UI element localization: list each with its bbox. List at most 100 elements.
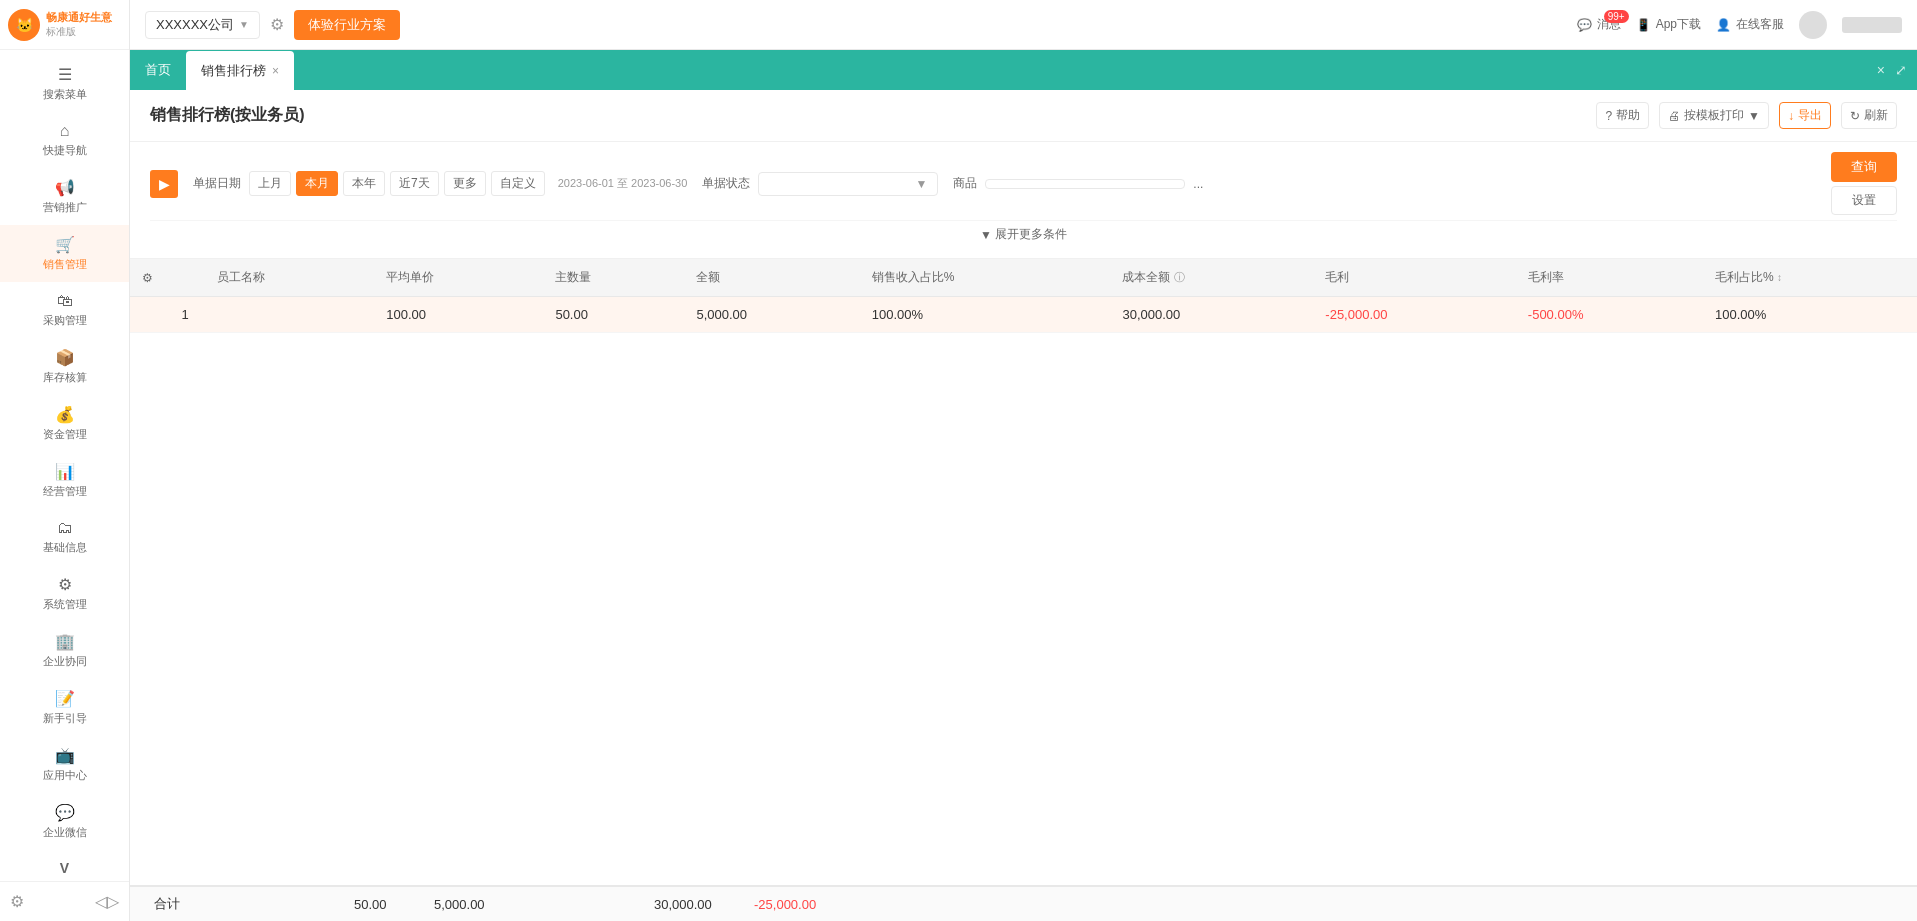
operation-icon: 📊: [55, 462, 75, 481]
row-avg-price: 100.00: [374, 297, 543, 333]
last-month-btn[interactable]: 上月: [249, 171, 291, 196]
tab-sales-ranking-label: 销售排行榜: [201, 62, 266, 80]
tab-close-icon[interactable]: ×: [272, 64, 279, 78]
tab-close-all-icon[interactable]: ×: [1877, 62, 1885, 78]
online-service-icon: 👤: [1716, 18, 1731, 32]
online-service-label: 在线客服: [1736, 16, 1784, 33]
basic-icon: 🗂: [57, 519, 73, 537]
export-button[interactable]: ↓ 导出: [1779, 102, 1831, 129]
sidebar-item-inventory[interactable]: 📦 库存核算: [0, 338, 129, 395]
more-conditions-link[interactable]: ...: [1193, 177, 1203, 191]
vip-icon: V: [60, 860, 69, 876]
tab-home[interactable]: 首页: [130, 50, 186, 90]
sidebar: 🐱 畅康通好生意 标准版 ☰ 搜索菜单 ⌂ 快捷导航 📢 营销推广 🛒 销售管理…: [0, 0, 130, 921]
status-dropdown-icon: ▼: [915, 177, 927, 191]
expand-icon: ▼: [980, 228, 992, 242]
tab-maximize-icon[interactable]: ⤢: [1895, 62, 1907, 78]
sidebar-label-enterprise: 企业协同: [43, 654, 87, 669]
sidebar-label-basic: 基础信息: [43, 540, 87, 555]
search-menu-icon: ☰: [58, 65, 72, 84]
sidebar-item-appstore[interactable]: 📺 应用中心: [0, 736, 129, 793]
sidebar-item-wechat[interactable]: 💬 企业微信: [0, 793, 129, 850]
system-icon: ⚙: [58, 575, 72, 594]
cost-info-icon[interactable]: ⓘ: [1174, 271, 1185, 283]
this-month-btn[interactable]: 本月: [296, 171, 338, 196]
gross-ratio-sort-icon[interactable]: ↕: [1777, 272, 1782, 283]
page-header: 销售排行榜(按业务员) ? 帮助 🖨 按模板打印 ▼ ↓ 导出 ↻ 刷新: [130, 90, 1917, 142]
date-buttons: 上月 本月 本年 近7天 更多 自定义: [249, 171, 545, 196]
col-sales-ratio: 销售收入占比%: [860, 259, 1111, 297]
sidebar-label-guide: 新手引导: [43, 711, 87, 726]
help-button[interactable]: ? 帮助: [1596, 102, 1649, 129]
col-main-qty: 主数量: [543, 259, 684, 297]
sidebar-item-guide[interactable]: 📝 新手引导: [0, 679, 129, 736]
topbar-settings-icon[interactable]: ⚙: [270, 15, 284, 34]
sidebar-item-sales[interactable]: 🛒 销售管理: [0, 225, 129, 282]
sidebar-label-search: 搜索菜单: [43, 87, 87, 102]
row-settings[interactable]: [130, 297, 165, 333]
page-content: 销售排行榜(按业务员) ? 帮助 🖨 按模板打印 ▼ ↓ 导出 ↻ 刷新: [130, 90, 1917, 921]
sidebar-item-enterprise[interactable]: 🏢 企业协同: [0, 622, 129, 679]
help-label: 帮助: [1616, 107, 1640, 124]
status-selector[interactable]: ▼: [758, 172, 938, 196]
logo-text: 畅康通好生意: [46, 10, 112, 24]
refresh-label: 刷新: [1864, 107, 1888, 124]
table-row: 1 100.00 50.00 5,000.00 100.00% 30,000.0…: [130, 297, 1917, 333]
this-year-btn[interactable]: 本年: [343, 171, 385, 196]
message-icon: 💬: [1577, 18, 1592, 32]
app-download-button[interactable]: 📱 App下载: [1636, 16, 1701, 33]
sales-icon: 🛒: [55, 235, 75, 254]
sidebar-item-operation[interactable]: 📊 经营管理: [0, 452, 129, 509]
sidebar-item-vip[interactable]: V 畅会员: [0, 850, 129, 881]
footer-gross-profit: -25,000.00: [742, 897, 842, 912]
expand-arrow-icon: ▶: [159, 176, 170, 192]
filter-row: ▶ 单据日期 上月 本月 本年 近7天 更多 自定义 2023-06-01 至 …: [150, 152, 1897, 215]
7days-btn[interactable]: 近7天: [390, 171, 439, 196]
tab-sales-ranking[interactable]: 销售排行榜 ×: [186, 51, 294, 91]
inventory-icon: 📦: [55, 348, 75, 367]
table-footer: 合计 50.00 5,000.00 30,000.00 -25,000.00: [130, 885, 1917, 921]
date-range-display: 2023-06-01 至 2023-06-30: [558, 176, 688, 191]
goods-filter: 商品 ...: [953, 175, 1203, 192]
row-cost-amount: 30,000.00: [1110, 297, 1313, 333]
sidebar-label-inventory: 库存核算: [43, 370, 87, 385]
row-gross-profit: -25,000.00: [1313, 297, 1516, 333]
print-button[interactable]: 🖨 按模板打印 ▼: [1659, 102, 1769, 129]
status-label: 单据状态: [702, 175, 750, 192]
goods-input[interactable]: [985, 179, 1185, 189]
col-avg-price: 平均单价: [374, 259, 543, 297]
query-button[interactable]: 查询: [1831, 152, 1897, 182]
refresh-button[interactable]: ↻ 刷新: [1841, 102, 1897, 129]
custom-date-btn[interactable]: 自定义: [491, 171, 545, 196]
tab-home-label: 首页: [145, 61, 171, 79]
sidebar-item-quick[interactable]: ⌂ 快捷导航: [0, 112, 129, 168]
expand-conditions-btn[interactable]: ▼ 展开更多条件: [980, 226, 1067, 243]
footer-total-amount: 5,000.00: [422, 897, 522, 912]
username: [1842, 17, 1902, 33]
sidebar-item-system[interactable]: ⚙ 系统管理: [0, 565, 129, 622]
page-actions: ? 帮助 🖨 按模板打印 ▼ ↓ 导出 ↻ 刷新: [1596, 102, 1897, 129]
sidebar-item-marketing[interactable]: 📢 营销推广: [0, 168, 129, 225]
filter-expand-arrow[interactable]: ▶: [150, 170, 178, 198]
sidebar-label-quick: 快捷导航: [43, 143, 87, 158]
logo-text-group: 畅康通好生意 标准版: [46, 10, 112, 38]
company-selector[interactable]: XXXXXX公司 ▼: [145, 11, 260, 39]
sidebar-collapse-icon[interactable]: ◁▷: [95, 892, 119, 911]
data-table-area: ⚙ 员工名称 平均单价 主数量 全额: [130, 259, 1917, 885]
sidebar-item-finance[interactable]: 💰 资金管理: [0, 395, 129, 452]
row-main-qty: 50.00: [543, 297, 684, 333]
user-avatar[interactable]: [1799, 11, 1827, 39]
sidebar-item-purchase[interactable]: 🛍 采购管理: [0, 282, 129, 338]
trial-button[interactable]: 体验行业方案: [294, 10, 400, 40]
more-date-btn[interactable]: 更多: [444, 171, 486, 196]
footer-main-qty: 50.00: [342, 897, 422, 912]
settings-button[interactable]: 设置: [1831, 186, 1897, 215]
col-settings[interactable]: ⚙: [130, 259, 165, 297]
row-rank: 1: [165, 297, 205, 333]
message-button[interactable]: 💬 消息 99+: [1577, 16, 1621, 33]
sidebar-item-basic[interactable]: 🗂 基础信息: [0, 509, 129, 565]
sidebar-bottom: ⚙ ◁▷: [0, 881, 129, 921]
sidebar-item-search[interactable]: ☰ 搜索菜单: [0, 55, 129, 112]
online-service-button[interactable]: 👤 在线客服: [1716, 16, 1784, 33]
sidebar-settings-icon[interactable]: ⚙: [10, 892, 24, 911]
